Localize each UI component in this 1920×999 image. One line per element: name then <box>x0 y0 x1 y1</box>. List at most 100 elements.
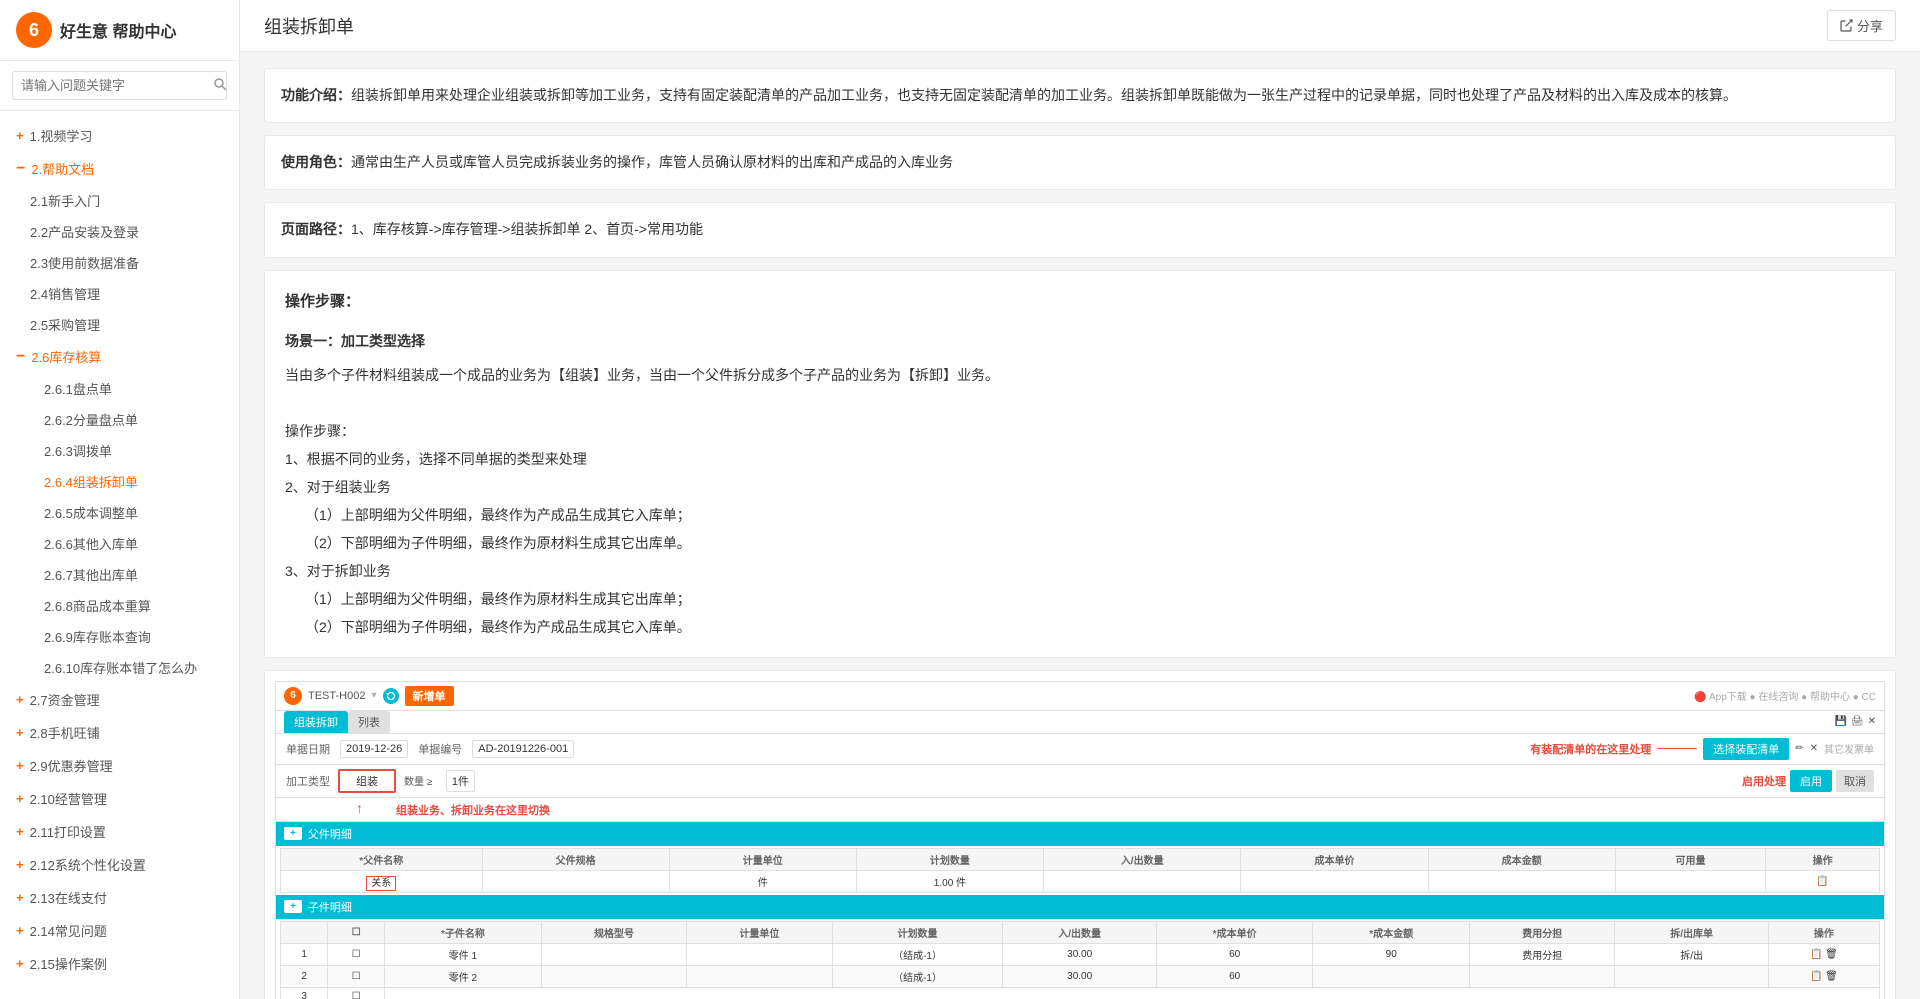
plus-icon-ops: + <box>16 791 24 806</box>
sidebar-item-assembly[interactable]: 2.6.4组装拆卸单 <box>0 466 239 497</box>
table-row: 1 ☐ 零件 1 （结成-1） 30.00 60 90 费用分担 <box>281 943 1880 965</box>
mock-app-id: TEST-H002 <box>308 690 365 702</box>
mock-th-avail: 可用量 <box>1615 848 1765 870</box>
sidebar-item-ops[interactable]: + 2.10经营管理 <box>0 782 239 815</box>
mock-td-name: 关系 <box>281 870 483 892</box>
sidebar-item-install[interactable]: 2.2产品安装及登录 <box>0 216 239 247</box>
mock-sub-th-seq <box>281 921 328 943</box>
mock-tab-new: 组装拆卸 <box>284 711 348 733</box>
mock-more-action: 其它发票单 <box>1824 741 1874 756</box>
mock-sub-th-name: *子件名称 <box>385 921 542 943</box>
sidebar-item-newbie[interactable]: 2.1新手入门 <box>0 185 239 216</box>
ops-steps-title: 操作步骤： <box>285 417 1875 445</box>
sidebar-item-other-in[interactable]: 2.6.6其他入库单 <box>0 528 239 559</box>
sidebar-item-faq[interactable]: + 2.14常见问题 <box>0 914 239 947</box>
sidebar-item-coupon[interactable]: + 2.9优惠券管理 <box>0 749 239 782</box>
search-button[interactable] <box>205 72 227 99</box>
sidebar-item-label: 1.视频学习 <box>30 126 93 145</box>
sidebar-item-data-prep[interactable]: 2.3使用前数据准备 <box>0 247 239 278</box>
mock-sub-th-io-order: 拆/出库单 <box>1615 921 1768 943</box>
mock-sub-td-unit1 <box>687 943 832 965</box>
sidebar-item-sales[interactable]: 2.4销售管理 <box>0 278 239 309</box>
mock-section-add-icon: + <box>284 827 302 840</box>
mock-sub-th-spec: 规格型号 <box>541 921 686 943</box>
sidebar-item-personalize[interactable]: + 2.12系统个性化设置 <box>0 848 239 881</box>
plus-icon: + <box>16 128 24 143</box>
mock-th-in-qty: 入/出数量 <box>1044 848 1241 870</box>
sidebar-item-video[interactable]: + 1.视频学习 <box>0 119 239 152</box>
annotation1-text: 有装配清单的在这里处理 <box>1530 741 1651 757</box>
mock-date-label: 单据日期 <box>286 741 330 757</box>
mock-td-inqty <box>1044 870 1241 892</box>
mock-sub-td-io1: 拆/出 <box>1615 943 1768 965</box>
sidebar-item-label: 2.8手机旺铺 <box>30 723 100 742</box>
share-icon <box>1840 19 1853 32</box>
table-row: 3☐ <box>281 987 1880 999</box>
mock-th-cost-total: 成本金额 <box>1428 848 1615 870</box>
sidebar: 6 好生意 帮助中心 + 1.视频学习 − 2.帮助文档 2.1新手入门 2.2… <box>0 0 240 999</box>
mock-enable-btn[interactable]: 启用 <box>1790 770 1832 792</box>
plus-icon-cases: + <box>16 956 24 971</box>
mock-refresh-icon <box>383 688 399 704</box>
sidebar-item-stock-query[interactable]: 2.6.9库存账本查询 <box>0 621 239 652</box>
mock-th-unit: 计量单位 <box>669 848 856 870</box>
sidebar-item-payment[interactable]: + 2.13在线支付 <box>0 881 239 914</box>
sidebar-item-other-out[interactable]: 2.6.7其他出库单 <box>0 559 239 590</box>
mock-annotation2-row: 组装业务、拆卸业务在这里切换 ↑ <box>276 798 1884 822</box>
mock-sub-td-spec2 <box>541 965 686 987</box>
mock-select-bom-btn[interactable]: 选择装配清单 <box>1703 738 1789 760</box>
sidebar-item-label: 2.12系统个性化设置 <box>30 855 146 874</box>
mock-td-action: 📋 <box>1766 870 1880 892</box>
mock-th-cost-unit: 成本单价 <box>1241 848 1428 870</box>
mock-date-val: 2019-12-26 <box>340 740 408 758</box>
sidebar-item-transfer[interactable]: 2.6.3调拨单 <box>0 435 239 466</box>
top-bar: 组装拆卸单 分享 <box>240 0 1920 52</box>
plus-icon-print: + <box>16 824 24 839</box>
mock-sub-th-share: 费用分担 <box>1470 921 1615 943</box>
scene1-desc: 当由多个子件材料组装成一个成品的业务为【组装】业务，当由一个父件拆分成多个子产品… <box>285 361 1875 389</box>
step2: 2、对于组装业务 <box>285 473 1875 501</box>
plus-icon-payment: + <box>16 890 24 905</box>
mock-th-qty: 计划数量 <box>856 848 1043 870</box>
sidebar-item-cost-recalc[interactable]: 2.6.8商品成本重算 <box>0 590 239 621</box>
sidebar-item-stock-error[interactable]: 2.6.10库存账本错了怎么办 <box>0 652 239 683</box>
sidebar-item-label: 2.10经营管理 <box>30 789 107 808</box>
sidebar-header: 6 好生意 帮助中心 <box>0 0 239 61</box>
sidebar-item-cases[interactable]: + 2.15操作案例 <box>0 947 239 980</box>
search-input[interactable] <box>13 73 205 98</box>
plus-icon-finance: + <box>16 692 24 707</box>
sidebar-item-inventory[interactable]: − 2.6库存核算 <box>0 340 239 373</box>
mock-parent-table-wrap: *父件名称 父件规格 计量单位 计划数量 入/出数量 成本单价 成本金额 可用量… <box>276 846 1884 895</box>
mock-sub-td-seq1: 1 <box>281 943 328 965</box>
content-area: 功能介绍：组装拆卸单用来处理企业组装或拆卸等加工业务，支持有固定装配清单的产品加… <box>240 52 1920 999</box>
mock-td-unit: 件 <box>669 870 856 892</box>
sidebar-item-mobile[interactable]: + 2.8手机旺铺 <box>0 716 239 749</box>
mock-qty-input: 1件 <box>446 770 475 792</box>
sidebar-item-print[interactable]: + 2.11打印设置 <box>0 815 239 848</box>
mock-bom-area: 有装配清单的在这里处理 选择装配清单 ✏ ✕ 其它发票单 <box>1530 738 1874 760</box>
mock-save-icon: 💾 <box>1834 716 1846 727</box>
intro-text: 功能介绍：组装拆卸单用来处理企业组装或拆卸等加工业务，支持有固定装配清单的产品加… <box>281 83 1879 108</box>
share-button[interactable]: 分享 <box>1827 10 1896 41</box>
table-row: 2 ☐ 零件 2 （结成-1） 30.00 60 <box>281 965 1880 987</box>
share-label: 分享 <box>1857 16 1883 35</box>
mock-type-label: 加工类型 <box>286 773 330 789</box>
sidebar-item-inventory-check[interactable]: 2.6.1盘点单 <box>0 373 239 404</box>
mock-sub-nav: 组装拆卸 列表 💾 🖨 ✕ <box>276 711 1884 734</box>
mock-dropdown-icon: ▾ <box>371 690 376 701</box>
mock-sub-section-add-icon: + <box>284 900 302 913</box>
sidebar-item-partial-check[interactable]: 2.6.2分量盘点单 <box>0 404 239 435</box>
page-title: 组装拆卸单 <box>264 13 354 39</box>
plus-icon-personalize: + <box>16 857 24 872</box>
mock-cancel-btn[interactable]: 取消 <box>1836 770 1874 792</box>
sidebar-item-label: 2.13在线支付 <box>30 888 107 907</box>
sidebar-item-purchase[interactable]: 2.5采购管理 <box>0 309 239 340</box>
sidebar-item-help-docs[interactable]: − 2.帮助文档 <box>0 152 239 185</box>
sidebar-item-finance[interactable]: + 2.7资金管理 <box>0 683 239 716</box>
plus-icon-coupon: + <box>16 758 24 773</box>
mock-sub-td-ioqty2: 30.00 <box>1003 965 1156 987</box>
annotation3-text: 启用处理 <box>1742 773 1786 789</box>
logo-icon: 6 <box>16 12 52 48</box>
mock-sub-th-cost-total: *成本金额 <box>1313 921 1470 943</box>
sidebar-item-cost-adj[interactable]: 2.6.5成本调整单 <box>0 497 239 528</box>
